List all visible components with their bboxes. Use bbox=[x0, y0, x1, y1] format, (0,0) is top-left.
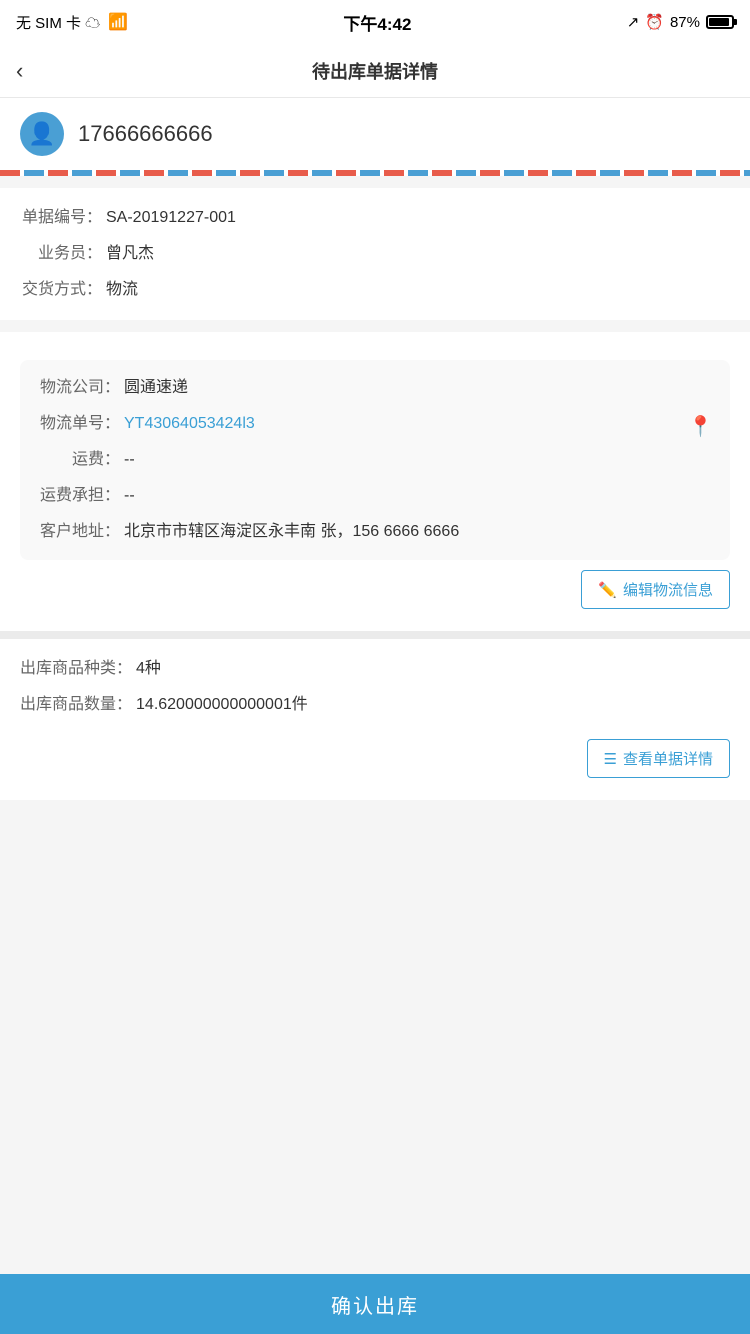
goods-kind-row: 出库商品种类： 4种 bbox=[20, 657, 730, 681]
status-left: 无 SIM 卡 ☁ 📶 bbox=[16, 12, 128, 33]
tracking-no-row: 物流单号： YT43064053424l3 📍 bbox=[38, 412, 712, 436]
alarm-icon: ⏰ bbox=[645, 13, 664, 31]
document-no-value: SA-20191227-001 bbox=[106, 206, 730, 230]
bottom-spacer bbox=[0, 920, 750, 1020]
delivery-method-label: 交货方式： bbox=[20, 278, 102, 302]
goods-kind-value: 4种 bbox=[136, 657, 730, 681]
nav-bar: ‹ 待出库单据详情 bbox=[0, 44, 750, 98]
document-no-label: 单据编号： bbox=[20, 206, 102, 230]
battery-icon bbox=[706, 15, 734, 29]
bottom-area: 确认出库 bbox=[0, 1274, 750, 1334]
view-details-button[interactable]: ☰ 查看单据详情 bbox=[587, 739, 730, 778]
delivery-method-row: 交货方式： 物流 bbox=[20, 278, 730, 302]
freight-bearer-row: 运费承担： -- bbox=[38, 484, 712, 508]
confirm-outbound-button[interactable]: 确认出库 bbox=[0, 1274, 750, 1334]
edit-logistics-row: ✏️ 编辑物流信息 bbox=[20, 560, 730, 613]
address-value: 北京市市辖区海淀区永丰南 张，156 6666 6666 bbox=[124, 520, 712, 544]
edit-logistics-label: 编辑物流信息 bbox=[623, 579, 713, 600]
status-time: 下午4:42 bbox=[343, 10, 411, 35]
tracking-no-container: YT43064053424l3 📍 bbox=[124, 412, 712, 436]
salesperson-label: 业务员： bbox=[20, 242, 102, 266]
logistics-section: 物流公司： 圆通速递 物流单号： YT43064053424l3 📍 运费： -… bbox=[0, 332, 750, 631]
delivery-method-value: 物流 bbox=[106, 278, 730, 302]
list-icon: ☰ bbox=[604, 750, 617, 768]
address-label: 客户地址： bbox=[38, 520, 120, 544]
location-arrow-icon: ↗ bbox=[627, 13, 640, 31]
location-pin-icon[interactable]: 📍 bbox=[688, 412, 712, 436]
freight-row: 运费： -- bbox=[38, 448, 712, 472]
status-right: ↗ ⏰ 87% bbox=[627, 13, 734, 31]
address-row: 客户地址： 北京市市辖区海淀区永丰南 张，156 6666 6666 bbox=[38, 520, 712, 544]
basic-info-section: 单据编号： SA-20191227-001 业务员： 曾凡杰 交货方式： 物流 bbox=[0, 188, 750, 320]
avatar-icon: 👤 bbox=[28, 121, 55, 147]
goods-quantity-value: 14.620000000000001件 bbox=[136, 693, 730, 717]
sim-label: 无 SIM 卡 ☁ bbox=[16, 12, 100, 33]
wifi-icon: 📶 bbox=[108, 12, 128, 32]
back-icon: ‹ bbox=[16, 58, 23, 84]
salesperson-row: 业务员： 曾凡杰 bbox=[20, 242, 730, 266]
view-details-row: ☰ 查看单据详情 bbox=[20, 729, 730, 782]
battery-percent: 87% bbox=[670, 14, 700, 31]
user-header: 👤 17666666666 bbox=[0, 98, 750, 170]
section-separator bbox=[0, 631, 750, 639]
tracking-no-label: 物流单号： bbox=[38, 412, 120, 436]
freight-value: -- bbox=[124, 448, 712, 472]
status-bar: 无 SIM 卡 ☁ 📶 下午4:42 ↗ ⏰ 87% bbox=[0, 0, 750, 44]
dashed-divider bbox=[0, 170, 750, 176]
logistics-company-value: 圆通速递 bbox=[124, 376, 712, 400]
empty-area bbox=[0, 800, 750, 920]
view-details-label: 查看单据详情 bbox=[623, 748, 713, 769]
logistics-company-row: 物流公司： 圆通速递 bbox=[38, 376, 712, 400]
logistics-company-label: 物流公司： bbox=[38, 376, 120, 400]
avatar: 👤 bbox=[20, 112, 64, 156]
freight-bearer-value: -- bbox=[124, 484, 712, 508]
edit-logistics-button[interactable]: ✏️ 编辑物流信息 bbox=[581, 570, 730, 609]
logistics-card: 物流公司： 圆通速递 物流单号： YT43064053424l3 📍 运费： -… bbox=[20, 360, 730, 560]
user-phone: 17666666666 bbox=[78, 121, 213, 147]
freight-bearer-label: 运费承担： bbox=[38, 484, 120, 508]
goods-quantity-label: 出库商品数量： bbox=[20, 693, 132, 717]
goods-section: 出库商品种类： 4种 出库商品数量： 14.620000000000001件 ☰… bbox=[0, 639, 750, 800]
page-title: 待出库单据详情 bbox=[312, 58, 438, 84]
freight-label: 运费： bbox=[38, 448, 120, 472]
goods-kind-label: 出库商品种类： bbox=[20, 657, 132, 681]
document-no-row: 单据编号： SA-20191227-001 bbox=[20, 206, 730, 230]
salesperson-value: 曾凡杰 bbox=[106, 242, 730, 266]
tracking-no-value: YT43064053424l3 bbox=[124, 412, 678, 436]
goods-quantity-row: 出库商品数量： 14.620000000000001件 bbox=[20, 693, 730, 717]
back-button[interactable]: ‹ bbox=[16, 58, 23, 84]
edit-icon: ✏️ bbox=[598, 581, 617, 599]
